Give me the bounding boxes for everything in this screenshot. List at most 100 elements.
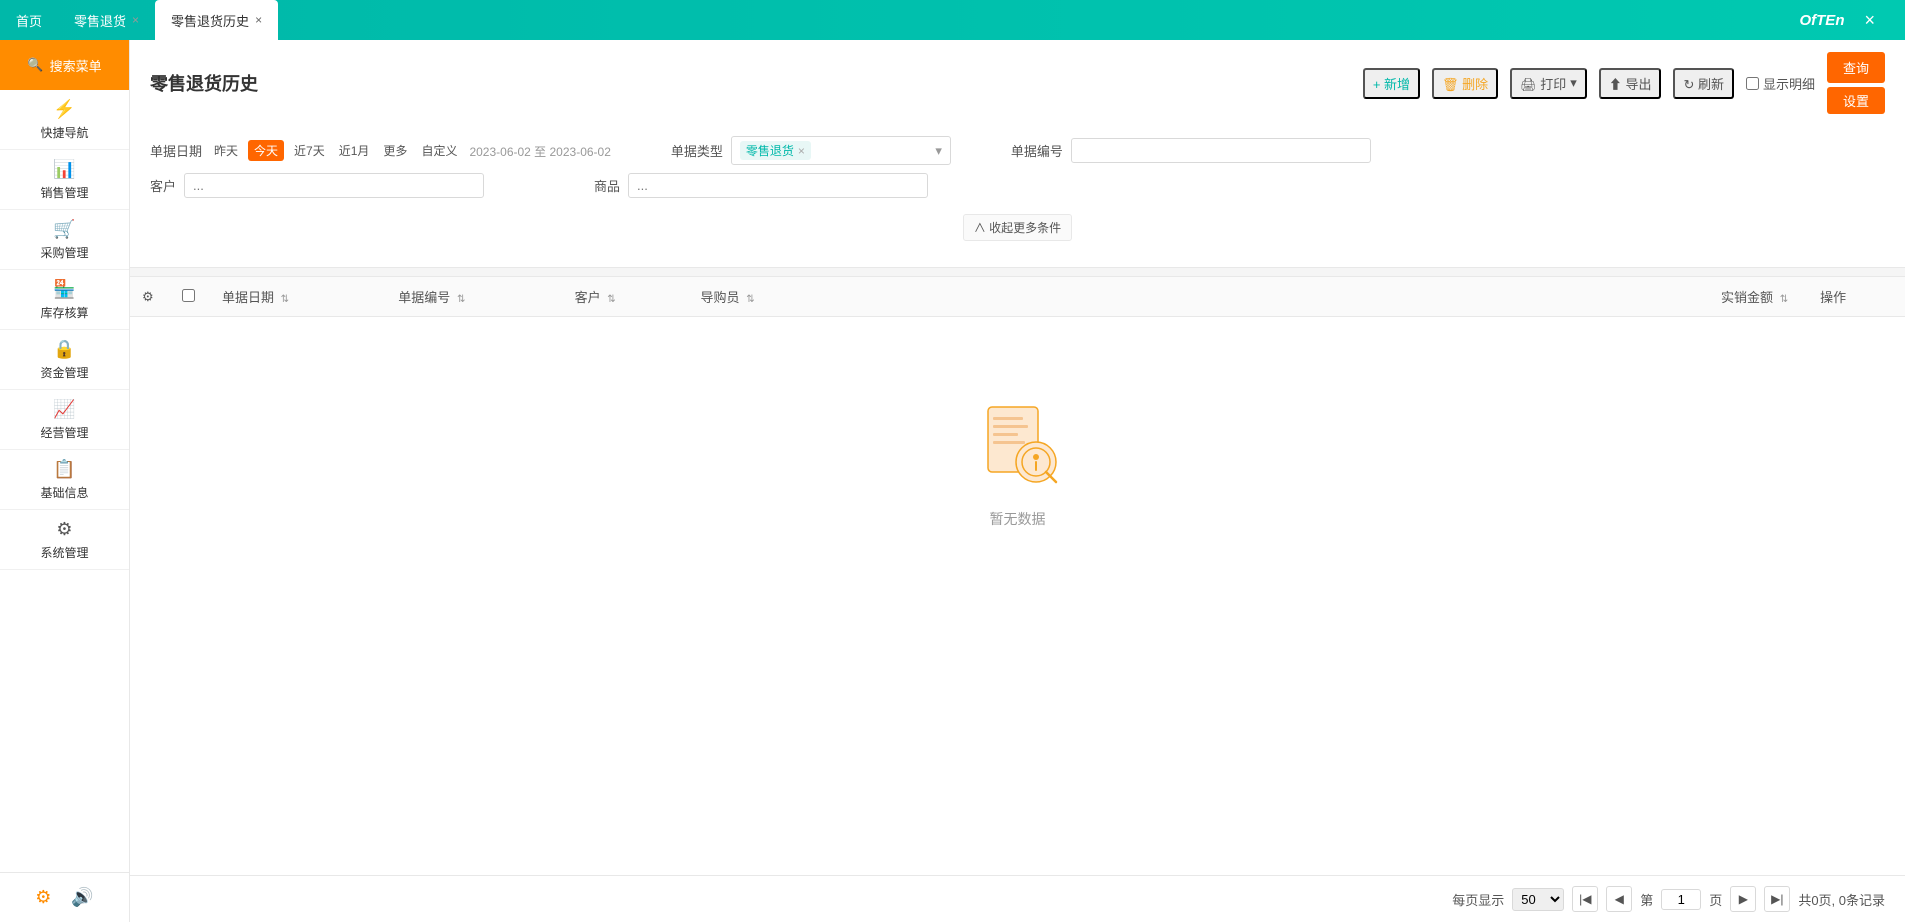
filter-goods-label: 商品 xyxy=(594,176,620,195)
th-doc-no[interactable]: 单据编号 ⇅ xyxy=(386,277,562,317)
sidebar-item-inventory[interactable]: 🏪 库存核算 xyxy=(0,270,129,330)
window-close-button[interactable]: × xyxy=(1854,10,1885,31)
delete-button[interactable]: 🗑 删除 xyxy=(1432,68,1498,99)
sidebar-item-system[interactable]: ⚙ 系统管理 xyxy=(0,510,129,570)
filter-doc-no-label: 单据编号 xyxy=(1011,141,1063,160)
tab-home-label: 首页 xyxy=(16,11,42,30)
tab-retail-return[interactable]: 零售退货 × xyxy=(58,0,155,40)
doc-type-tag-close[interactable]: × xyxy=(798,144,805,158)
data-table: ⚙ 单据日期 ⇅ 单据编号 ⇅ xyxy=(130,276,1905,609)
query-button[interactable]: 查询 xyxy=(1827,52,1885,83)
filter-doc-type: 单据类型 零售退货 × ▾ xyxy=(671,136,951,165)
setting-button[interactable]: 设置 xyxy=(1827,87,1885,114)
filter-doc-no-input[interactable] xyxy=(1071,138,1371,163)
refresh-button-label: ↻ 刷新 xyxy=(1683,74,1724,93)
th-doc-date[interactable]: 单据日期 ⇅ xyxy=(210,277,386,317)
th-guide[interactable]: 导购员 ⇅ xyxy=(689,277,840,317)
settings-bottom-icon[interactable]: ⚙ xyxy=(35,887,51,908)
sidebar-search[interactable]: 🔍 搜索菜单 xyxy=(0,40,129,90)
sidebar-item-basic-info[interactable]: 📋 基础信息 xyxy=(0,450,129,510)
sort-arrows-guide: ⇅ xyxy=(746,294,754,305)
tab-retail-return-close[interactable]: × xyxy=(132,13,139,27)
sidebar: 🔍 搜索菜单 ⚡ 快捷导航 📊 销售管理 🛒 采购管理 🏪 库存核算 🔒 xyxy=(0,40,130,922)
print-button[interactable]: 🖨 打印 ▾ xyxy=(1510,68,1587,99)
page-unit-label: 页 xyxy=(1709,890,1722,909)
empty-row: 暂无数据 xyxy=(130,317,1905,610)
content-area: 零售退货历史 + 新增 🗑 删除 🖨 打印 ▾ ⬆ 导出 xyxy=(130,40,1905,922)
sales-icon: 📊 xyxy=(53,159,75,180)
page-last-button[interactable]: ▶| xyxy=(1764,886,1790,912)
per-page-select[interactable]: 20 50 100 xyxy=(1512,888,1564,911)
sidebar-bottom: ⚙ 🔊 xyxy=(0,872,129,922)
sidebar-item-sales-label: 销售管理 xyxy=(40,184,88,201)
delete-button-label: 🗑 删除 xyxy=(1442,74,1488,93)
top-bar: 首页 零售退货 × 零售退货历史 × OfTEn × xyxy=(0,0,1905,40)
toolbar: + 新增 🗑 删除 🖨 打印 ▾ ⬆ 导出 ↻ 刷新 xyxy=(1363,52,1885,114)
sidebar-item-sales[interactable]: 📊 销售管理 xyxy=(0,150,129,210)
th-doc-no-label: 单据编号 xyxy=(398,290,450,305)
audio-icon[interactable]: 🔊 xyxy=(71,887,93,908)
finance-icon: 🔒 xyxy=(53,339,75,360)
tab-retail-return-history-label: 零售退货历史 xyxy=(171,11,249,30)
filter-area: 单据日期 昨天 今天 近7天 近1月 更多 自定义 2023-06-02 至 2… xyxy=(150,126,1885,267)
total-label: 共0页, 0条记录 xyxy=(1798,890,1885,909)
filter-goods-input[interactable] xyxy=(628,173,928,198)
date-opt-7days[interactable]: 近7天 xyxy=(290,140,329,161)
th-checkbox[interactable] xyxy=(170,277,210,317)
date-opt-more[interactable]: 更多 xyxy=(379,140,411,161)
filter-customer-input[interactable] xyxy=(184,173,484,198)
system-icon: ⚙ xyxy=(56,519,72,540)
tab-retail-return-history-close[interactable]: × xyxy=(255,13,262,27)
sidebar-item-purchase[interactable]: 🛒 采购管理 xyxy=(0,210,129,270)
filter-row-1: 单据日期 昨天 今天 近7天 近1月 更多 自定义 2023-06-02 至 2… xyxy=(150,136,1885,165)
sidebar-item-inventory-label: 库存核算 xyxy=(40,304,88,321)
show-detail-checkbox[interactable] xyxy=(1746,77,1759,90)
sidebar-item-operations[interactable]: 📈 经营管理 xyxy=(0,390,129,450)
tab-retail-return-history[interactable]: 零售退货历史 × xyxy=(155,0,278,40)
export-button[interactable]: ⬆ 导出 xyxy=(1599,68,1662,99)
th-amount[interactable]: 实销金额 ⇅ xyxy=(840,277,1808,317)
page-number-input[interactable] xyxy=(1661,889,1701,910)
th-amount-label: 实销金额 xyxy=(1721,290,1773,305)
sort-arrows-doc-no: ⇅ xyxy=(457,294,465,305)
export-button-label: ⬆ 导出 xyxy=(1609,74,1652,93)
page-label: 第 xyxy=(1640,890,1653,909)
filter-doc-type-select[interactable]: 零售退货 × ▾ xyxy=(731,136,951,165)
collapse-button[interactable]: ∧ 收起更多条件 xyxy=(963,214,1072,241)
th-customer-label: 客户 xyxy=(575,290,601,305)
show-detail-checkbox-label[interactable]: 显示明细 xyxy=(1746,74,1815,93)
filter-date-options: 昨天 今天 近7天 近1月 更多 自定义 xyxy=(210,140,461,161)
date-opt-1month[interactable]: 近1月 xyxy=(335,140,374,161)
refresh-button[interactable]: ↻ 刷新 xyxy=(1673,68,1734,99)
sidebar-item-quick-nav-label: 快捷导航 xyxy=(40,124,88,141)
th-customer[interactable]: 客户 ⇅ xyxy=(563,277,689,317)
date-opt-custom[interactable]: 自定义 xyxy=(417,140,461,161)
date-opt-today[interactable]: 今天 xyxy=(248,140,284,161)
main-layout: 🔍 搜索菜单 ⚡ 快捷导航 📊 销售管理 🛒 采购管理 🏪 库存核算 🔒 xyxy=(0,40,1905,922)
sidebar-item-finance-label: 资金管理 xyxy=(40,364,88,381)
page-first-button[interactable]: |◀ xyxy=(1572,886,1598,912)
sidebar-item-finance[interactable]: 🔒 资金管理 xyxy=(0,330,129,390)
gear-icon: ⚙ xyxy=(142,289,154,304)
page-prev-button[interactable]: ◀ xyxy=(1606,886,1632,912)
per-page-label: 每页显示 xyxy=(1452,890,1504,909)
empty-state: 暂无数据 xyxy=(130,317,1905,609)
th-gear[interactable]: ⚙ xyxy=(130,277,170,317)
select-all-checkbox[interactable] xyxy=(182,289,195,302)
tab-home[interactable]: 首页 xyxy=(0,0,58,40)
sort-arrows-customer: ⇅ xyxy=(607,294,615,305)
operations-icon: 📈 xyxy=(53,399,75,420)
table-body: 暂无数据 xyxy=(130,317,1905,610)
table-container: ⚙ 单据日期 ⇅ 单据编号 ⇅ xyxy=(130,276,1905,875)
filter-goods: 商品 xyxy=(594,173,928,198)
query-button-label: 查询 xyxy=(1843,61,1869,76)
page-next-button[interactable]: ▶ xyxy=(1730,886,1756,912)
sidebar-item-quick-nav[interactable]: ⚡ 快捷导航 xyxy=(0,90,129,150)
sidebar-menu: ⚡ 快捷导航 📊 销售管理 🛒 采购管理 🏪 库存核算 🔒 资金管理 📈 xyxy=(0,90,129,872)
table-header-row: ⚙ 单据日期 ⇅ 单据编号 ⇅ xyxy=(130,277,1905,317)
search-icon: 🔍 xyxy=(27,57,43,73)
doc-type-tag-text: 零售退货 xyxy=(746,142,794,159)
date-opt-yesterday[interactable]: 昨天 xyxy=(210,140,242,161)
sidebar-item-purchase-label: 采购管理 xyxy=(40,244,88,261)
new-button[interactable]: + 新增 xyxy=(1363,68,1420,99)
